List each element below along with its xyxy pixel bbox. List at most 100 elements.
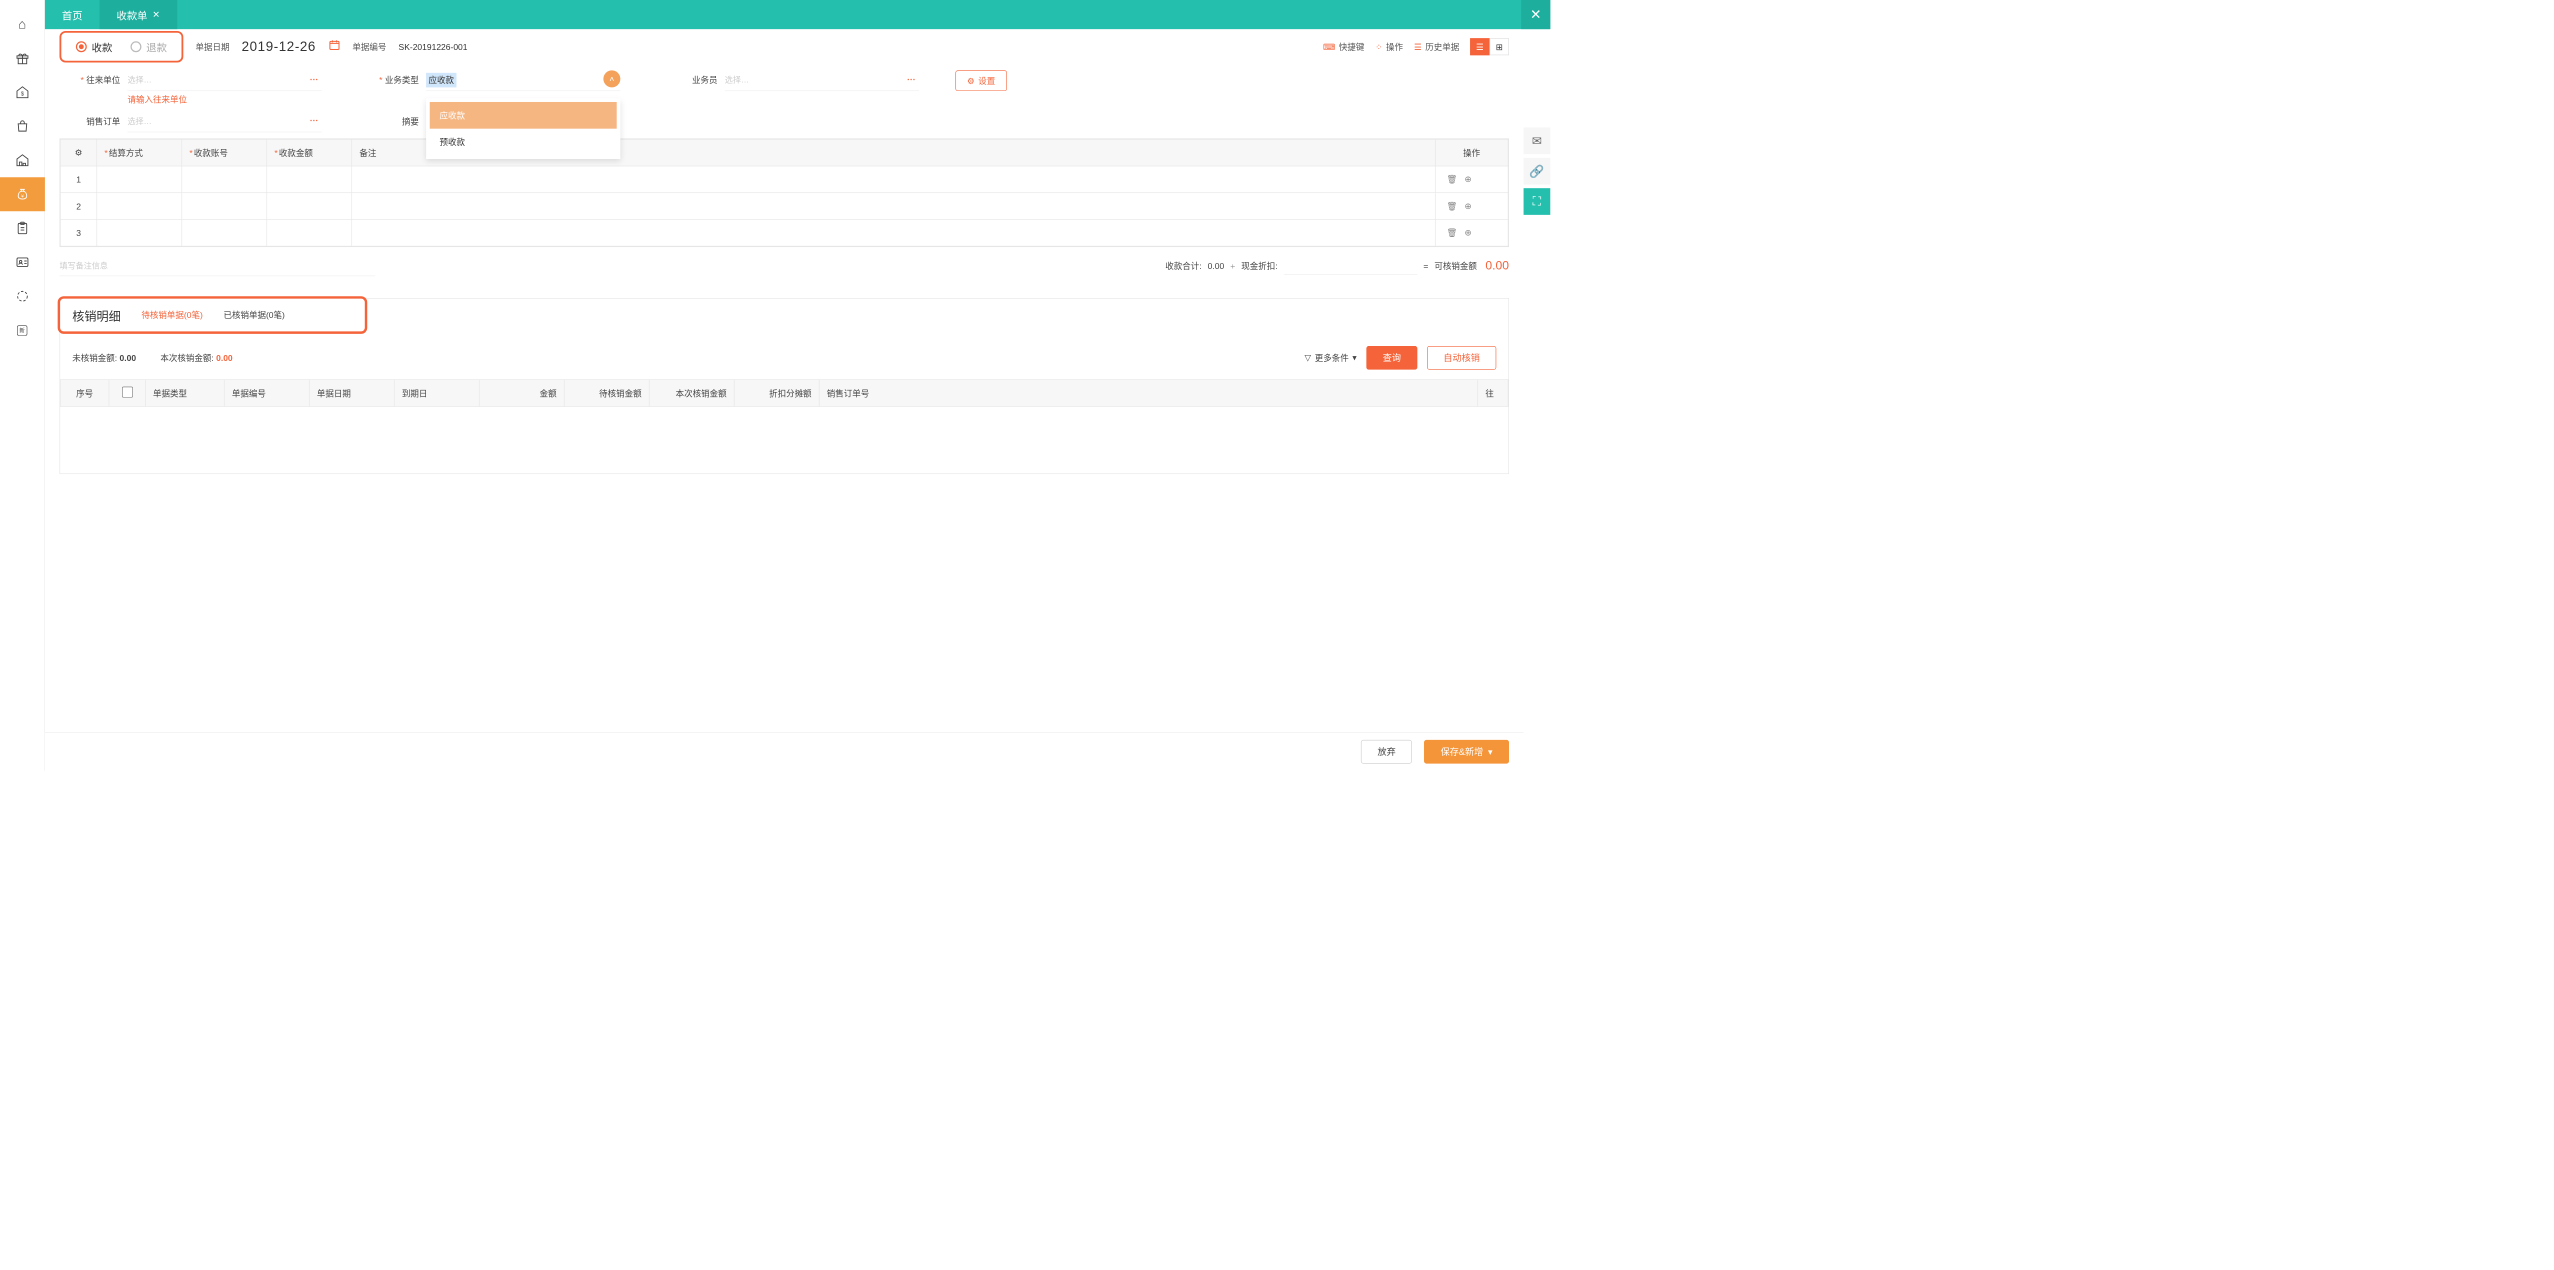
salesorder-label: 销售订单 <box>59 110 120 127</box>
table-row: 1 🗑⊕ <box>60 166 1508 193</box>
close-window-icon[interactable]: ✕ <box>1521 0 1550 29</box>
id-card-icon[interactable] <box>0 245 45 279</box>
lookup-icon[interactable]: ⋯ <box>310 74 320 84</box>
wcol-no: 单据编号 <box>224 380 309 407</box>
gift-icon[interactable] <box>0 41 45 75</box>
col-gear[interactable]: ⚙ <box>60 139 96 166</box>
wcol-type: 单据类型 <box>145 380 224 407</box>
wcol-this: 本次核销金额 <box>649 380 734 407</box>
tab-close-icon[interactable]: ✕ <box>152 9 160 20</box>
equals-sign: = <box>1423 261 1428 271</box>
discard-button[interactable]: 放弃 <box>1361 740 1412 764</box>
filter-icon: ▽ <box>1305 353 1312 363</box>
view-grid-icon[interactable]: ⊞ <box>1490 38 1509 55</box>
writeoff-subrow: 未核销金额:0.00 本次核销金额:0.00 ▽ 更多条件 ▾ 查询 自动核销 <box>60 334 1508 376</box>
svg-text:¥: ¥ <box>21 193 24 199</box>
dollar-house-icon[interactable]: $ <box>0 75 45 109</box>
add-row-icon[interactable]: ⊕ <box>1465 228 1472 238</box>
save-add-button[interactable]: 保存&新增 ▾ <box>1424 740 1509 764</box>
wcol-partner-extra: 往 <box>1478 380 1508 407</box>
tab-home[interactable]: 首页 <box>45 0 100 29</box>
home-icon[interactable]: ⌂ <box>0 7 45 41</box>
link-icon[interactable]: 🔗 <box>1524 158 1551 185</box>
radio-unchecked-icon <box>131 41 142 52</box>
left-sidebar: ⌂ $ ¥ 新 <box>0 0 45 771</box>
biztype-option-receivable[interactable]: 应收款 <box>430 102 617 129</box>
wcol-discount: 折扣分摊额 <box>734 380 819 407</box>
biztype-dropdown: 应收款 预收款 <box>426 98 620 159</box>
partner-error: 请输入往来单位 <box>127 93 321 105</box>
lookup-icon[interactable]: ⋯ <box>310 115 320 125</box>
writeoff-title: 核销明细 <box>72 306 121 324</box>
biztype-select[interactable]: 应收款 <box>426 69 620 91</box>
lookup-icon[interactable]: ⋯ <box>907 74 917 84</box>
view-toggle: ☰ ⊞ <box>1470 38 1509 55</box>
date-value[interactable]: 2019-12-26 <box>242 39 316 55</box>
writeoff-tab-done[interactable]: 已核销单据(0笔) <box>223 309 284 321</box>
radio-receive[interactable]: 收款 <box>76 39 112 54</box>
chevron-up-icon[interactable]: ˄ <box>603 70 620 87</box>
add-row-icon[interactable]: ⊕ <box>1465 174 1472 184</box>
radio-receive-label: 收款 <box>92 39 113 54</box>
salesman-input[interactable] <box>725 69 919 91</box>
grid-icon: ⁘ <box>1375 42 1382 52</box>
money-bag-icon[interactable]: ¥ <box>0 177 45 211</box>
biztype-value: 应收款 <box>426 73 456 88</box>
svg-text:$: $ <box>21 91 24 97</box>
col-actions: 操作 <box>1435 139 1508 166</box>
radio-refund[interactable]: 退款 <box>131 39 167 54</box>
writeoffable-value: 0.00 <box>1485 259 1509 273</box>
date-label: 单据日期 <box>195 41 229 53</box>
keyboard-icon: ⌨ <box>1323 42 1335 52</box>
more-conditions-toggle[interactable]: ▽ 更多条件 ▾ <box>1305 352 1357 364</box>
biztype-option-prepay[interactable]: 预收款 <box>430 129 617 156</box>
biztype-label: *业务类型 <box>358 69 419 86</box>
biztype-field: *业务类型 应收款 ˄ 应收款 预收款 <box>358 69 620 91</box>
expand-icon[interactable]: ⛶ <box>1524 188 1551 215</box>
tab-receipt[interactable]: 收款单 ✕ <box>100 0 177 29</box>
remark-input[interactable] <box>59 256 375 277</box>
add-row-icon[interactable]: ⊕ <box>1465 201 1472 211</box>
writeoff-tab-pending[interactable]: 待核销单据(0笔) <box>141 309 202 321</box>
writeoff-empty-body <box>60 407 1508 474</box>
writeoff-table: 序号 单据类型 单据编号 单据日期 到期日 金额 待核销金额 本次核销金额 折扣… <box>60 379 1508 406</box>
history-link[interactable]: ☰历史单据 <box>1414 41 1459 53</box>
clipboard-icon[interactable] <box>0 211 45 245</box>
pending-amount: 未核销金额:0.00 <box>72 352 136 364</box>
ops-link[interactable]: ⁘操作 <box>1375 41 1403 53</box>
trash-icon[interactable]: 🗑 <box>1446 228 1457 238</box>
shortcut-link[interactable]: ⌨快捷键 <box>1323 41 1364 53</box>
query-button[interactable]: 查询 <box>1366 346 1417 370</box>
summary-label: 摘要 <box>358 110 419 127</box>
salesorder-input[interactable] <box>127 110 321 132</box>
select-all-checkbox[interactable] <box>122 387 133 398</box>
writeoff-section: 核销明细 待核销单据(0笔) 已核销单据(0笔) 未核销金额:0.00 本次核销… <box>59 298 1509 474</box>
calendar-icon[interactable] <box>328 39 340 55</box>
bag-icon[interactable] <box>0 109 45 143</box>
this-amount: 本次核销金额:0.00 <box>160 352 232 364</box>
cash-discount-input[interactable] <box>1284 257 1418 275</box>
view-list-icon[interactable]: ☰ <box>1470 38 1489 55</box>
auto-writeoff-button[interactable]: 自动核销 <box>1427 346 1496 370</box>
wcol-date: 单据日期 <box>309 380 394 407</box>
cash-discount-label: 现金折扣: <box>1241 260 1277 272</box>
receipt-type-toggle: 收款 退款 <box>59 31 183 63</box>
docno-value: SK-20191226-001 <box>399 42 468 52</box>
total-label: 收款合计: <box>1165 260 1201 272</box>
payments-table-wrap: ⚙ *结算方式 *收款账号 *收款金额 备注 操作 1 🗑⊕ 2 🗑⊕ <box>59 138 1509 247</box>
loading-icon[interactable] <box>0 279 45 313</box>
mail-icon[interactable]: ✉ <box>1524 127 1551 154</box>
col-amount: *收款金额 <box>267 139 352 166</box>
gear-icon: ⚙ <box>75 148 83 158</box>
summary-row: 收款合计: 0.00 + 现金折扣: = 可核销金额 0.00 <box>59 256 1509 277</box>
trash-icon[interactable]: 🗑 <box>1446 174 1457 184</box>
form-toolbar: 收款 退款 单据日期 2019-12-26 单据编号 SK-20191226-0… <box>59 29 1509 64</box>
salesman-label: 业务员 <box>657 69 718 86</box>
trash-icon[interactable]: 🗑 <box>1446 201 1457 211</box>
partner-input[interactable] <box>127 69 321 91</box>
new-icon[interactable]: 新 <box>0 313 45 347</box>
top-tabbar: 首页 收款单 ✕ ✕ <box>45 0 1550 29</box>
settings-button[interactable]: ⚙ 设置 <box>955 70 1006 91</box>
warehouse-icon[interactable] <box>0 143 45 177</box>
toolbar-right: ⌨快捷键 ⁘操作 ☰历史单据 ☰ ⊞ <box>1323 38 1509 55</box>
